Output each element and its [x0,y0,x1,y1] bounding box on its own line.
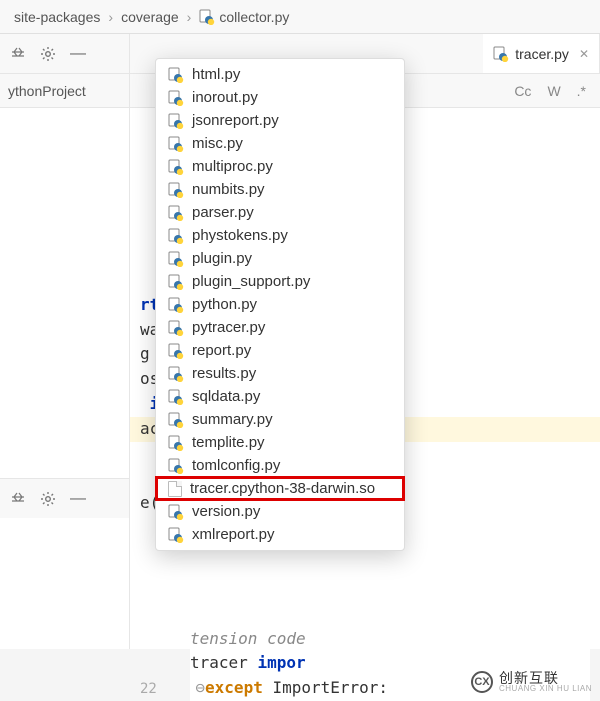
python-file-icon [168,527,184,543]
match-case-toggle[interactable]: Cc [514,83,531,99]
dropdown-item[interactable]: jsonreport.py [156,109,404,132]
python-file-icon [168,389,184,405]
python-file-icon [168,228,184,244]
dropdown-item[interactable]: xmlreport.py [156,523,404,546]
dropdown-item[interactable]: misc.py [156,132,404,155]
python-file-icon [168,67,184,83]
editor-tab[interactable]: tracer.py ✕ [483,34,600,73]
python-file-icon [168,504,184,520]
dropdown-item[interactable]: pytracer.py [156,316,404,339]
expand-all-icon[interactable] [10,491,26,507]
regex-toggle[interactable]: .* [577,83,586,99]
dropdown-item-label: xmlreport.py [192,526,275,543]
structure-toolbar-bottom: — [0,478,130,518]
dropdown-item-label: multiproc.py [192,158,273,175]
minimize-icon[interactable]: — [70,490,86,508]
dropdown-item[interactable]: results.py [156,362,404,385]
python-file-icon [493,46,509,62]
breadcrumb-item[interactable]: site-packages [12,9,102,25]
chevron-right-icon: › [187,9,192,25]
dropdown-item-label: summary.py [192,411,273,428]
minimize-icon[interactable]: — [70,45,86,63]
whole-word-toggle[interactable]: W [547,83,560,99]
python-file-icon [168,113,184,129]
dropdown-item-label: misc.py [192,135,243,152]
dropdown-item-label: jsonreport.py [192,112,279,129]
python-file-icon [168,320,184,336]
dropdown-item-label: inorout.py [192,89,258,106]
dropdown-item-label: tomlconfig.py [192,457,280,474]
close-icon[interactable]: ✕ [579,47,589,61]
watermark: CX 创新互联 CHUANG XIN HU LIAN [471,671,592,693]
dropdown-item[interactable]: multiproc.py [156,155,404,178]
dropdown-item-label: results.py [192,365,256,382]
dropdown-item-label: pytracer.py [192,319,265,336]
dropdown-item-label: phystokens.py [192,227,288,244]
python-file-icon [168,297,184,313]
structure-toolbar: — [0,34,130,73]
python-file-icon [168,343,184,359]
dropdown-item-label: numbits.py [192,181,265,198]
dropdown-item[interactable]: plugin_support.py [156,270,404,293]
breadcrumb: site-packages › coverage › collector.py [0,0,600,34]
python-file-icon [168,182,184,198]
dropdown-item[interactable]: python.py [156,293,404,316]
dropdown-item-label: html.py [192,66,240,83]
dropdown-item[interactable]: templite.py [156,431,404,454]
dropdown-item[interactable]: tomlconfig.py [156,454,404,477]
gear-icon[interactable] [40,46,56,62]
python-file-icon [168,274,184,290]
python-file-icon [168,205,184,221]
dropdown-item[interactable]: parser.py [156,201,404,224]
file-dropdown[interactable]: html.py inorout.py jsonreport.py misc.py mul… [155,58,405,551]
dropdown-item[interactable]: inorout.py [156,86,404,109]
dropdown-item-label: templite.py [192,434,265,451]
chevron-right-icon: › [108,9,113,25]
dropdown-item-label: parser.py [192,204,254,221]
watermark-logo-icon: CX [471,671,493,693]
expand-all-icon[interactable] [10,46,26,62]
dropdown-item-label: sqldata.py [192,388,260,405]
python-file-icon [168,90,184,106]
dropdown-item-label: plugin_support.py [192,273,310,290]
dropdown-item-label: python.py [192,296,257,313]
python-file-icon [168,251,184,267]
breadcrumb-file[interactable]: collector.py [197,9,291,25]
python-file-icon [199,9,215,25]
dropdown-item[interactable]: report.py [156,339,404,362]
python-file-icon [168,136,184,152]
dropdown-item[interactable]: tracer.cpython-38-darwin.so [156,477,404,500]
gear-icon[interactable] [40,491,56,507]
python-file-icon [168,366,184,382]
tab-label: tracer.py [515,46,569,62]
dropdown-item[interactable]: numbits.py [156,178,404,201]
dropdown-item[interactable]: summary.py [156,408,404,431]
dropdown-item-label: report.py [192,342,251,359]
dropdown-item-label: tracer.cpython-38-darwin.so [190,480,375,497]
dropdown-item[interactable]: version.py [156,500,404,523]
python-file-icon [168,458,184,474]
dropdown-item[interactable]: html.py [156,63,404,86]
dropdown-item[interactable]: sqldata.py [156,385,404,408]
generic-file-icon [168,481,182,497]
structure-pane[interactable] [0,108,130,649]
dropdown-item-label: version.py [192,503,260,520]
python-file-icon [168,159,184,175]
python-file-icon [168,412,184,428]
python-file-icon [168,435,184,451]
project-name[interactable]: ythonProject [0,74,130,107]
dropdown-item[interactable]: phystokens.py [156,224,404,247]
dropdown-item[interactable]: plugin.py [156,247,404,270]
breadcrumb-item[interactable]: coverage [119,9,181,25]
dropdown-item-label: plugin.py [192,250,252,267]
